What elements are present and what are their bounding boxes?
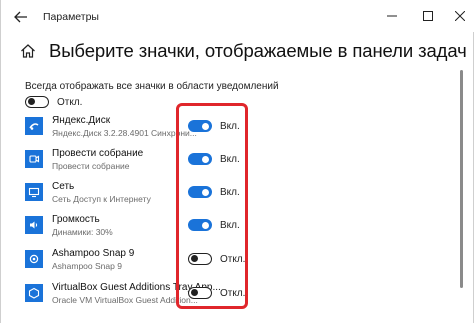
always-show-setting: Откл. [25,95,82,109]
network-icon [25,183,43,201]
item-description: Сеть Доступ к Интернету [52,194,151,204]
home-button[interactable] [19,42,37,60]
item-name: Ashampoo Snap 9 [52,248,135,259]
maximize-button[interactable] [417,6,439,26]
meet-now-icon [25,150,43,168]
toggle-highlight-box [176,103,248,309]
scrollbar-thumb[interactable] [460,70,463,288]
home-icon [21,44,35,58]
always-show-state: Откл. [57,96,83,108]
item-description: Динамики: 30% [52,227,113,237]
volume-icon [25,216,43,234]
toggle-knob [28,98,35,105]
ashampoo-snap-icon [25,250,43,268]
item-name: Провести собрание [52,148,144,159]
virtualbox-icon [25,284,43,302]
close-button[interactable] [449,6,471,26]
item-name: Громкость [52,214,100,225]
settings-window: Параметры Выберите значки, отображаемые … [0,0,474,323]
maximize-icon [423,11,433,21]
item-description: Ashampoo Snap 9 [52,261,122,271]
yandex-disk-icon [25,117,43,135]
minimize-icon [387,15,397,17]
page-title: Выберите значки, отображаемые в панели з… [49,40,467,61]
always-show-label: Всегда отображать все значки в области у… [25,81,279,92]
back-button[interactable] [12,8,30,26]
scrollbar[interactable] [460,48,464,322]
item-name: Сеть [52,181,75,192]
item-name: Яндекс.Диск [52,115,111,126]
title-bar: Параметры [1,0,474,32]
page-header: Выберите значки, отображаемые в панели з… [19,38,467,64]
back-arrow-icon [14,11,27,23]
close-icon [455,11,465,21]
always-show-toggle[interactable] [25,96,49,108]
item-description: Провести собрание [52,161,130,171]
window-title: Параметры [43,11,99,23]
minimize-button[interactable] [381,6,403,26]
